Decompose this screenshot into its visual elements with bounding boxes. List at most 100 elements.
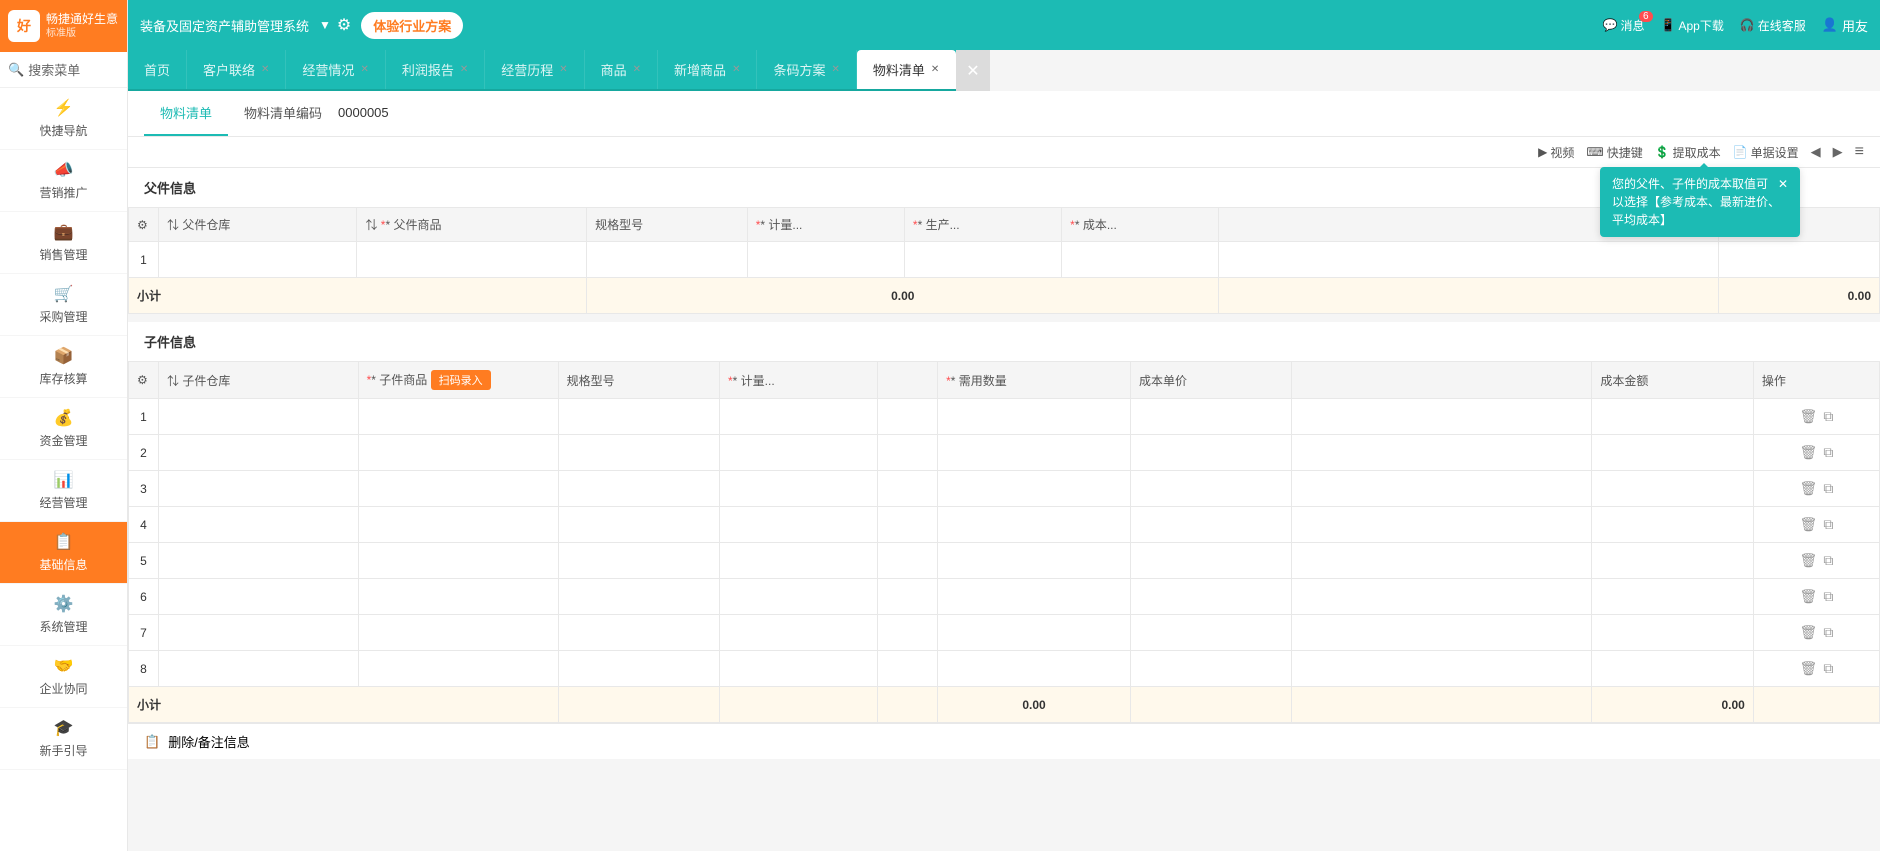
child-row-3-copy-icon[interactable]: ⧉ [1823, 480, 1833, 497]
single-setting-button[interactable]: 📄 单据设置 [1733, 144, 1799, 161]
child-row-2-qty[interactable] [938, 435, 1131, 471]
shortcut-button[interactable]: ⌨ 快捷键 [1586, 144, 1642, 161]
sidebar-item-quick-nav[interactable]: ⚡ 快捷导航 [0, 88, 127, 150]
scan-button[interactable]: 扫码录入 [431, 370, 491, 390]
sidebar-item-inventory[interactable]: 📦 库存核算 [0, 336, 127, 398]
child-row-7-spec[interactable] [558, 615, 719, 651]
tab-customer[interactable]: 客户联络 ✕ [187, 50, 286, 89]
system-dropdown-arrow[interactable]: ▼ [319, 18, 331, 32]
sidebar-item-guide[interactable]: 🎓 新手引导 [0, 708, 127, 770]
tab-goods[interactable]: 商品 ✕ [585, 50, 658, 89]
tab-barcode-close[interactable]: ✕ [831, 64, 839, 75]
app-download-action[interactable]: 📱 App下载 [1661, 17, 1724, 34]
child-row-7-copy-icon[interactable]: ⧉ [1823, 624, 1833, 641]
tab-history[interactable]: 经营历程 ✕ [485, 50, 584, 89]
menu-icon[interactable]: ≡ [1855, 143, 1864, 161]
child-row-4-delete-icon[interactable]: 🗑 [1800, 516, 1818, 533]
child-row-8-qty[interactable] [938, 651, 1131, 687]
child-row-6-spec[interactable] [558, 579, 719, 615]
child-row-7-goods[interactable] [358, 615, 558, 651]
child-row-7-unit-cost[interactable] [1131, 615, 1292, 651]
tab-goods-close[interactable]: ✕ [633, 64, 641, 75]
view-button[interactable]: ▶ 视频 [1538, 144, 1574, 161]
child-row-7-delete-icon[interactable]: 🗑 [1800, 624, 1818, 641]
child-row-3-unit-cost[interactable] [1131, 471, 1292, 507]
child-row-4-unit-cost[interactable] [1131, 507, 1292, 543]
child-row-3-warehouse[interactable] [159, 471, 359, 507]
extract-cost-button[interactable]: 💲 提取成本 [1655, 144, 1721, 161]
parent-col-settings[interactable]: ⚙ [129, 208, 159, 242]
sidebar-item-collab[interactable]: 🤝 企业协同 [0, 646, 127, 708]
tab-barcode[interactable]: 条码方案 ✕ [757, 50, 856, 89]
online-service-action[interactable]: 🎧 在线客服 [1740, 17, 1806, 34]
nav-prev-button[interactable]: ◀ [1811, 144, 1821, 160]
child-row-5-unit-cost[interactable] [1131, 543, 1292, 579]
parent-row-1-cost[interactable] [1062, 242, 1219, 278]
tab-new-goods-close[interactable]: ✕ [732, 64, 740, 75]
child-row-8-goods[interactable] [358, 651, 558, 687]
tooltip-close-button[interactable]: ✕ [1778, 175, 1788, 193]
child-row-3-goods[interactable] [358, 471, 558, 507]
child-row-5-copy-icon[interactable]: ⧉ [1823, 552, 1833, 569]
child-row-5-goods[interactable] [358, 543, 558, 579]
sidebar-item-basic-info[interactable]: 📋 基础信息 [0, 522, 127, 584]
parent-row-1-goods[interactable] [357, 242, 587, 278]
child-row-6-qty[interactable] [938, 579, 1131, 615]
nav-close-all-button[interactable]: ✕ [956, 50, 989, 91]
child-row-2-goods[interactable] [358, 435, 558, 471]
child-row-2-unit-cost[interactable] [1131, 435, 1292, 471]
child-row-6-warehouse[interactable] [159, 579, 359, 615]
trial-button[interactable]: 体验行业方案 [361, 12, 463, 39]
child-row-2-spec[interactable] [558, 435, 719, 471]
sidebar-item-purchase[interactable]: 🛒 采购管理 [0, 274, 127, 336]
tab-history-close[interactable]: ✕ [559, 64, 567, 75]
child-row-8-copy-icon[interactable]: ⧉ [1823, 660, 1833, 677]
tab-home[interactable]: 首页 [128, 50, 187, 89]
tab-bom[interactable]: 物料清单 ✕ [857, 50, 956, 89]
child-row-2-warehouse[interactable] [159, 435, 359, 471]
parent-row-1-warehouse[interactable] [159, 242, 357, 278]
child-row-6-unit-cost[interactable] [1131, 579, 1292, 615]
user-menu[interactable]: 👤 用友 [1822, 16, 1868, 35]
tab-business-close[interactable]: ✕ [360, 64, 368, 75]
message-action[interactable]: 💬 消息 6 [1603, 17, 1645, 34]
child-row-5-qty[interactable] [938, 543, 1131, 579]
sidebar-item-sales[interactable]: 💼 销售管理 [0, 212, 127, 274]
child-row-5-delete-icon[interactable]: 🗑 [1800, 552, 1818, 569]
child-row-3-qty[interactable] [938, 471, 1131, 507]
child-row-4-qty[interactable] [938, 507, 1131, 543]
child-col-settings[interactable]: ⚙ [129, 362, 159, 399]
child-row-3-spec[interactable] [558, 471, 719, 507]
child-row-4-warehouse[interactable] [159, 507, 359, 543]
child-row-4-copy-icon[interactable]: ⧉ [1823, 516, 1833, 533]
child-row-5-spec[interactable] [558, 543, 719, 579]
child-row-6-goods[interactable] [358, 579, 558, 615]
child-row-3-delete-icon[interactable]: 🗑 [1800, 480, 1818, 497]
search-menu[interactable]: 🔍 搜索菜单 [0, 52, 127, 88]
child-row-2-copy-icon[interactable]: ⧉ [1823, 444, 1833, 461]
child-row-2-delete-icon[interactable]: 🗑 [1800, 444, 1818, 461]
sidebar-item-system[interactable]: ⚙️ 系统管理 [0, 584, 127, 646]
child-row-7-warehouse[interactable] [159, 615, 359, 651]
child-row-6-copy-icon[interactable]: ⧉ [1823, 588, 1833, 605]
nav-next-button[interactable]: ▶ [1833, 144, 1843, 160]
child-row-5-unit[interactable] [719, 543, 877, 579]
child-row-8-delete-icon[interactable]: 🗑 [1800, 660, 1818, 677]
child-row-5-warehouse[interactable] [159, 543, 359, 579]
child-row-1-delete-icon[interactable]: 🗑 [1800, 408, 1818, 425]
tab-bom-close[interactable]: ✕ [931, 64, 939, 75]
tab-new-goods[interactable]: 新增商品 ✕ [658, 50, 757, 89]
parent-row-1-unit[interactable] [747, 242, 904, 278]
tab-customer-close[interactable]: ✕ [261, 64, 269, 75]
child-row-4-goods[interactable] [358, 507, 558, 543]
child-row-8-spec[interactable] [558, 651, 719, 687]
child-row-1-unit-cost[interactable] [1131, 399, 1292, 435]
parent-row-1-produce[interactable] [904, 242, 1061, 278]
child-row-1-goods[interactable] [358, 399, 558, 435]
child-row-1-copy-icon[interactable]: ⧉ [1823, 408, 1833, 425]
child-row-6-delete-icon[interactable]: 🗑 [1800, 588, 1818, 605]
child-row-4-spec[interactable] [558, 507, 719, 543]
tab-business[interactable]: 经营情况 ✕ [286, 50, 385, 89]
settings-gear-icon[interactable]: ⚙ [337, 15, 351, 35]
sidebar-item-operations[interactable]: 📊 经营管理 [0, 460, 127, 522]
